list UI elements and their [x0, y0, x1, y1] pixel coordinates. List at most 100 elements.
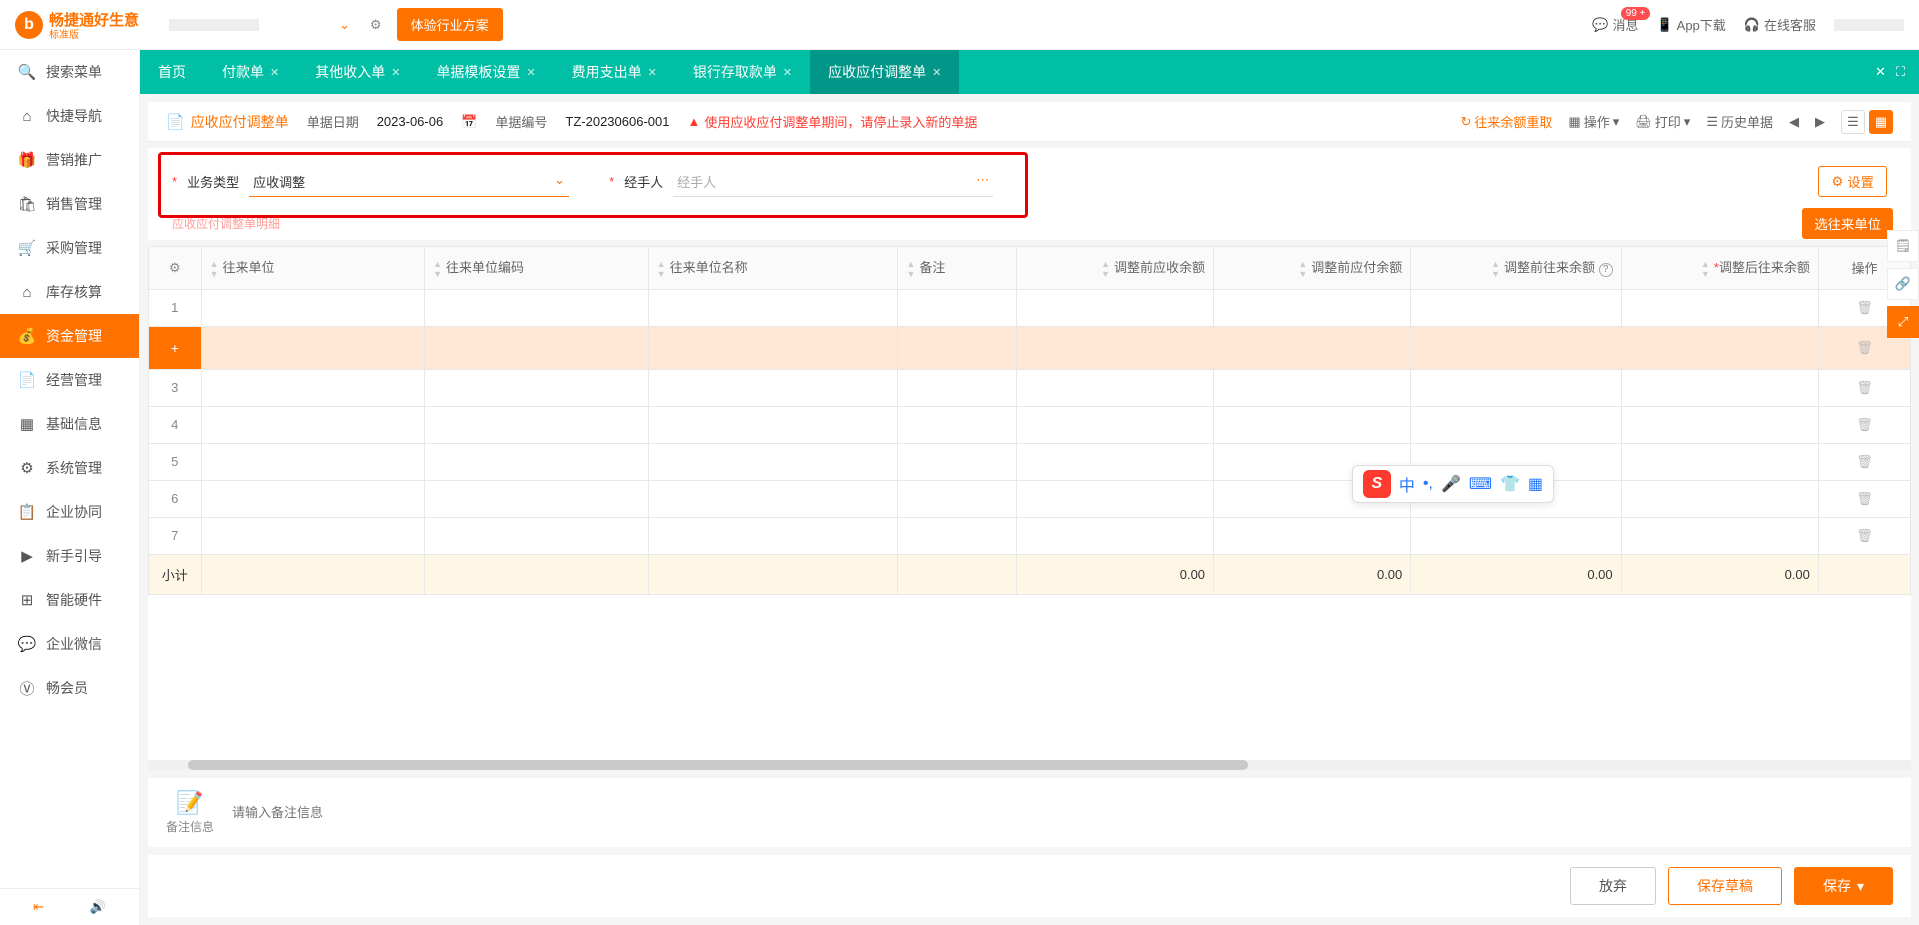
- table-row[interactable]: 6🗑: [149, 480, 1911, 517]
- table-row[interactable]: 1🗑: [149, 289, 1911, 326]
- view-list-button[interactable]: ☰: [1841, 110, 1865, 134]
- help-icon[interactable]: ?: [1599, 263, 1613, 277]
- save-draft-button[interactable]: 保存草稿: [1668, 867, 1782, 905]
- sidebar-item-purchase[interactable]: 🛒采购管理: [0, 226, 139, 270]
- biz-type-field: * 业务类型 应收调整 ⌄: [172, 167, 569, 197]
- horizontal-scrollbar[interactable]: [148, 760, 1911, 770]
- calendar-icon[interactable]: 📅: [461, 114, 477, 130]
- table-row[interactable]: 7🗑: [149, 517, 1911, 554]
- close-icon[interactable]: ✕: [526, 66, 535, 79]
- sidebar-item-system[interactable]: ⚙系统管理: [0, 446, 139, 490]
- tab-label: 应收应付调整单: [828, 62, 926, 82]
- biz-type-select[interactable]: 应收调整 ⌄: [249, 167, 569, 197]
- table-row[interactable]: 4🗑: [149, 406, 1911, 443]
- view-card-button[interactable]: ▦: [1869, 110, 1893, 134]
- add-row-button[interactable]: +: [149, 326, 202, 369]
- close-icon[interactable]: ✕: [391, 66, 400, 79]
- trash-icon[interactable]: 🗑: [1856, 417, 1873, 432]
- fullscreen-icon[interactable]: ⛶: [1896, 64, 1905, 80]
- select-unit-button[interactable]: 选往来单位: [1802, 208, 1893, 239]
- close-icon[interactable]: ✕: [270, 66, 279, 79]
- tab-other-income[interactable]: 其他收入单✕: [297, 50, 418, 94]
- toolbar-expand-icon[interactable]: ⤢: [1887, 306, 1919, 338]
- tabs-close-all-icon[interactable]: ✕: [1875, 64, 1886, 80]
- sidebar-item-marketing[interactable]: 🎁营销推广: [0, 138, 139, 182]
- trash-icon[interactable]: 🗑: [1856, 528, 1873, 543]
- user-placeholder[interactable]: [1834, 19, 1904, 31]
- sidebar-item-quicknav[interactable]: ⌂快捷导航: [0, 94, 139, 138]
- remarks-section: 📝 备注信息: [148, 778, 1911, 847]
- sidebar-item-hardware[interactable]: ⊞智能硬件: [0, 578, 139, 622]
- table-row-active[interactable]: +🗑: [149, 326, 1911, 369]
- tab-adjust[interactable]: 应收应付调整单 ✕: [810, 50, 959, 94]
- table-row[interactable]: 5🗑: [149, 443, 1911, 480]
- col-pre-bal[interactable]: ▲▼调整前往来余额 ?: [1411, 247, 1621, 290]
- sidebar-item-sales[interactable]: 🛍销售管理: [0, 182, 139, 226]
- gear-icon[interactable]: ⚙: [370, 17, 382, 33]
- col-post-bal[interactable]: ▲▼*调整后往来余额: [1621, 247, 1818, 290]
- sidebar-item-member[interactable]: Ⓥ畅会员: [0, 666, 139, 710]
- discard-button[interactable]: 放弃: [1570, 867, 1656, 905]
- trash-icon[interactable]: 🗑: [1856, 300, 1873, 315]
- prev-icon[interactable]: ◀: [1789, 114, 1799, 130]
- next-icon[interactable]: ▶: [1815, 114, 1825, 130]
- col-settings[interactable]: ⚙: [149, 247, 202, 290]
- col-unit-name[interactable]: ▲▼往来单位名称: [648, 247, 898, 290]
- document-icon: 📄: [166, 113, 185, 131]
- trash-icon[interactable]: 🗑: [1856, 491, 1873, 506]
- messages-button[interactable]: 💬 消息 99 +: [1592, 15, 1638, 34]
- sidebar-item-inventory[interactable]: ⌂库存核算: [0, 270, 139, 314]
- handler-input[interactable]: 经手人 ⋯: [673, 167, 993, 197]
- app-download-button[interactable]: 📱 App下载: [1656, 15, 1725, 34]
- tab-expense[interactable]: 费用支出单✕: [554, 50, 675, 94]
- experience-button[interactable]: 体验行业方案: [397, 8, 503, 41]
- sidebar-item-operation[interactable]: 📄经营管理: [0, 358, 139, 402]
- org-selector[interactable]: ⌄: [169, 17, 350, 33]
- col-remark[interactable]: ▲▼备注: [898, 247, 1016, 290]
- tab-home[interactable]: 首页: [140, 50, 204, 94]
- toolbar-note-icon[interactable]: 🗒: [1887, 230, 1919, 262]
- tab-template[interactable]: 单据模板设置✕: [418, 50, 553, 94]
- sidebar-item-wechat[interactable]: 💬企业微信: [0, 622, 139, 666]
- online-service-label: 在线客服: [1764, 15, 1816, 34]
- scrollbar-thumb[interactable]: [188, 760, 1248, 770]
- tab-bank[interactable]: 银行存取款单✕: [675, 50, 810, 94]
- date-value[interactable]: 2023-06-06: [377, 114, 444, 129]
- operation-dropdown[interactable]: ▦操作 ▾: [1568, 112, 1619, 131]
- collapse-icon[interactable]: ⇤: [33, 899, 44, 915]
- ime-keyboard-icon[interactable]: ⌨: [1469, 474, 1492, 494]
- sound-icon[interactable]: 🔊: [90, 899, 106, 915]
- col-pre-recv[interactable]: ▲▼调整前应收余额: [1016, 247, 1213, 290]
- table-row[interactable]: 3🗑: [149, 369, 1911, 406]
- ime-skin-icon[interactable]: 👕: [1500, 474, 1520, 494]
- tab-payment[interactable]: 付款单✕: [204, 50, 297, 94]
- sidebar-item-search[interactable]: 🔍搜索菜单: [0, 50, 139, 94]
- sidebar-item-guide[interactable]: ▶新手引导: [0, 534, 139, 578]
- settings-button[interactable]: ⚙ 设置: [1818, 166, 1887, 197]
- col-pre-pay[interactable]: ▲▼调整前应付余额: [1214, 247, 1411, 290]
- save-button[interactable]: 保存▾: [1794, 867, 1893, 905]
- trash-icon[interactable]: 🗑: [1856, 454, 1873, 469]
- print-dropdown[interactable]: 🖨打印 ▾: [1635, 112, 1690, 131]
- ime-lang[interactable]: 中: [1399, 472, 1415, 496]
- sidebar-item-basicinfo[interactable]: ▦基础信息: [0, 402, 139, 446]
- history-button[interactable]: ☰历史单据: [1706, 112, 1773, 131]
- close-icon[interactable]: ✕: [932, 66, 941, 79]
- toolbar-link-icon[interactable]: 🔗: [1887, 268, 1919, 300]
- sidebar-item-finance[interactable]: 💰资金管理: [0, 314, 139, 358]
- col-unit-code[interactable]: ▲▼往来单位编码: [425, 247, 649, 290]
- close-icon[interactable]: ✕: [648, 66, 657, 79]
- trash-icon[interactable]: 🗑: [1856, 380, 1873, 395]
- col-unit[interactable]: ▲▼往来单位: [201, 247, 425, 290]
- ime-mic-icon[interactable]: 🎤: [1441, 474, 1461, 494]
- sidebar-item-collab[interactable]: 📋企业协同: [0, 490, 139, 534]
- close-icon[interactable]: ✕: [783, 66, 792, 79]
- more-icon[interactable]: ⋯: [976, 172, 989, 191]
- ime-punct-icon[interactable]: •,: [1423, 475, 1433, 493]
- reget-balance-button[interactable]: ↻往来余额重取: [1461, 112, 1553, 131]
- trash-icon[interactable]: 🗑: [1856, 340, 1873, 355]
- ime-toolbox-icon[interactable]: ▦: [1528, 474, 1543, 494]
- ime-toolbar[interactable]: S 中 •, 🎤 ⌨ 👕 ▦: [1352, 465, 1554, 503]
- online-service-button[interactable]: 🎧 在线客服: [1744, 15, 1816, 34]
- remarks-input[interactable]: [232, 805, 1893, 820]
